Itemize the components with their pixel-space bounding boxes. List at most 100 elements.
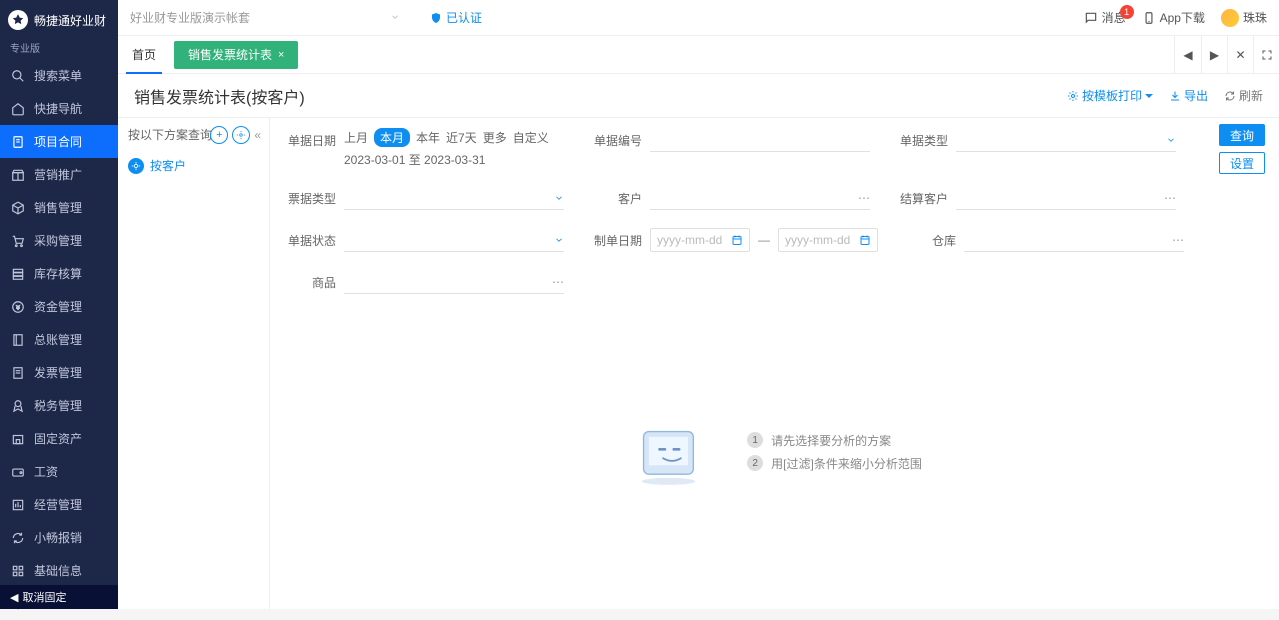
empty-state: 1请先选择要分析的方案 2用[过滤]条件来缩小分析范围 [270,294,1279,609]
messages-button[interactable]: 消息 1 [1084,9,1126,26]
filter-label-doc-no: 单据编号 [594,128,650,149]
sidebar-item-sales[interactable]: 销售管理 [0,191,118,224]
step-2-icon: 2 [747,455,763,471]
date-quick-more[interactable]: 更多 [483,129,507,146]
phone-icon [1142,11,1156,25]
user-menu[interactable]: 珠珠 [1221,9,1267,27]
sidebar: 畅捷通好业财 专业版 搜索菜单 快捷导航 项目合同 营销推广 销售管理 采购管理… [0,0,118,609]
account-select[interactable]: 好业财专业版演示帐套 [130,9,250,26]
page-title: 销售发票统计表(按客户) [134,84,305,108]
sidebar-item-quick-nav[interactable]: 快捷导航 [0,92,118,125]
date-quick-custom[interactable]: 自定义 [513,129,549,146]
receipt-icon [10,365,26,381]
sidebar-item-label: 经营管理 [34,496,82,513]
customer-input[interactable]: ⋯ [650,186,870,210]
sidebar-item-label: 发票管理 [34,364,82,381]
scheme-settings-button[interactable] [232,126,250,144]
chevron-down-icon [1166,135,1176,145]
refresh-button[interactable]: 刷新 [1224,87,1263,104]
sidebar-item-label: 搜索菜单 [34,67,82,84]
sidebar-item-assets[interactable]: 固定资产 [0,422,118,455]
collapse-panel-button[interactable]: « [254,128,261,142]
fullscreen-icon [1261,49,1273,61]
sidebar-item-basic-info[interactable]: 基础信息 [0,554,118,587]
doc-status-select[interactable] [344,228,564,252]
doc-no-input[interactable] [650,128,870,152]
filter-label-doc-type: 单据类型 [900,128,956,149]
query-button[interactable]: 查询 [1219,124,1265,146]
date-quick-last-month[interactable]: 上月 [344,129,368,146]
warehouse-input[interactable]: ⋯ [964,228,1184,252]
fullscreen-button[interactable] [1253,36,1279,74]
sidebar-item-label: 采购管理 [34,232,82,249]
cube-icon [10,200,26,216]
doc-type-select[interactable] [956,128,1176,152]
sidebar-footer-unpin[interactable]: ◀ 取消固定 [0,585,118,609]
sidebar-item-label: 基础信息 [34,562,82,579]
tab-sales-invoice-report[interactable]: 销售发票统计表 × [174,41,298,69]
sidebar-item-search-menu[interactable]: 搜索菜单 [0,59,118,92]
date-quick-last7[interactable]: 近7天 [446,129,477,146]
empty-hint-2: 用[过滤]条件来缩小分析范围 [771,455,922,472]
building-icon [10,431,26,447]
sidebar-item-invoice[interactable]: 发票管理 [0,356,118,389]
sidebar-item-label: 项目合同 [34,133,82,150]
tab-home[interactable]: 首页 [118,36,170,74]
brand-logo-icon [8,10,28,30]
refresh-label: 刷新 [1239,87,1263,104]
sidebar-item-ledger[interactable]: 总账管理 [0,323,118,356]
scheme-item-by-customer[interactable]: 按客户 [128,157,259,174]
export-button[interactable]: 导出 [1169,87,1208,104]
add-scheme-button[interactable]: + [210,126,228,144]
shield-icon [430,12,442,24]
scheme-panel: 按以下方案查询 + « 按客户 [118,118,270,609]
sidebar-item-label: 税务管理 [34,397,82,414]
filter-label-invoice-type: 票据类型 [288,186,344,207]
date-quick-this-month[interactable]: 本月 [374,128,410,147]
close-icon[interactable]: × [278,49,284,61]
sidebar-item-fund[interactable]: ¥ 资金管理 [0,290,118,323]
sidebar-item-label: 库存核算 [34,265,82,282]
tab-next-button[interactable]: ▶ [1201,36,1227,74]
sidebar-item-project-contract[interactable]: 项目合同 [0,125,118,158]
sidebar-item-operation[interactable]: 经营管理 [0,488,118,521]
date-separator: — [758,233,770,247]
tab-prev-button[interactable]: ◀ [1175,36,1201,74]
print-by-template-button[interactable]: 按模板打印 [1067,87,1153,104]
goods-input[interactable]: ⋯ [344,270,564,294]
invoice-type-select[interactable] [344,186,564,210]
chevron-down-icon [554,193,564,203]
tab-close-all-button[interactable]: ✕ [1227,36,1253,74]
sidebar-item-marketing[interactable]: 营销推广 [0,158,118,191]
sidebar-item-inventory[interactable]: 库存核算 [0,257,118,290]
sidebar-item-expense[interactable]: 小畅报销 [0,521,118,554]
app-download-button[interactable]: App下载 [1142,9,1205,26]
export-icon [1169,90,1181,102]
sidebar-item-label: 小畅报销 [34,529,82,546]
sidebar-item-label: 资金管理 [34,298,82,315]
filter-label-customer: 客户 [594,186,650,207]
filter-label-date: 单据日期 [288,128,344,149]
sidebar-item-label: 营销推广 [34,166,82,183]
sidebar-item-purchase[interactable]: 采购管理 [0,224,118,257]
coin-icon: ¥ [10,299,26,315]
make-date-from-input[interactable]: yyyy-mm-dd [650,228,750,252]
filter-label-make-date: 制单日期 [594,228,650,249]
chart-icon [10,497,26,513]
settle-customer-input[interactable]: ⋯ [956,186,1176,210]
wallet-icon [10,464,26,480]
sidebar-item-salary[interactable]: 工资 [0,455,118,488]
chevron-down-icon[interactable] [390,11,400,25]
make-date-to-input[interactable]: yyyy-mm-dd [778,228,878,252]
sidebar-item-tax[interactable]: 税务管理 [0,389,118,422]
date-quick-this-year[interactable]: 本年 [416,129,440,146]
message-icon [1084,11,1098,25]
date-placeholder: yyyy-mm-dd [785,233,850,247]
stack-icon [10,266,26,282]
brand-edition: 专业版 [0,40,118,59]
settings-button[interactable]: 设置 [1219,152,1265,174]
sidebar-item-label: 固定资产 [34,430,82,447]
user-name: 珠珠 [1243,9,1267,26]
print-label: 按模板打印 [1082,87,1142,104]
badge-icon [10,398,26,414]
